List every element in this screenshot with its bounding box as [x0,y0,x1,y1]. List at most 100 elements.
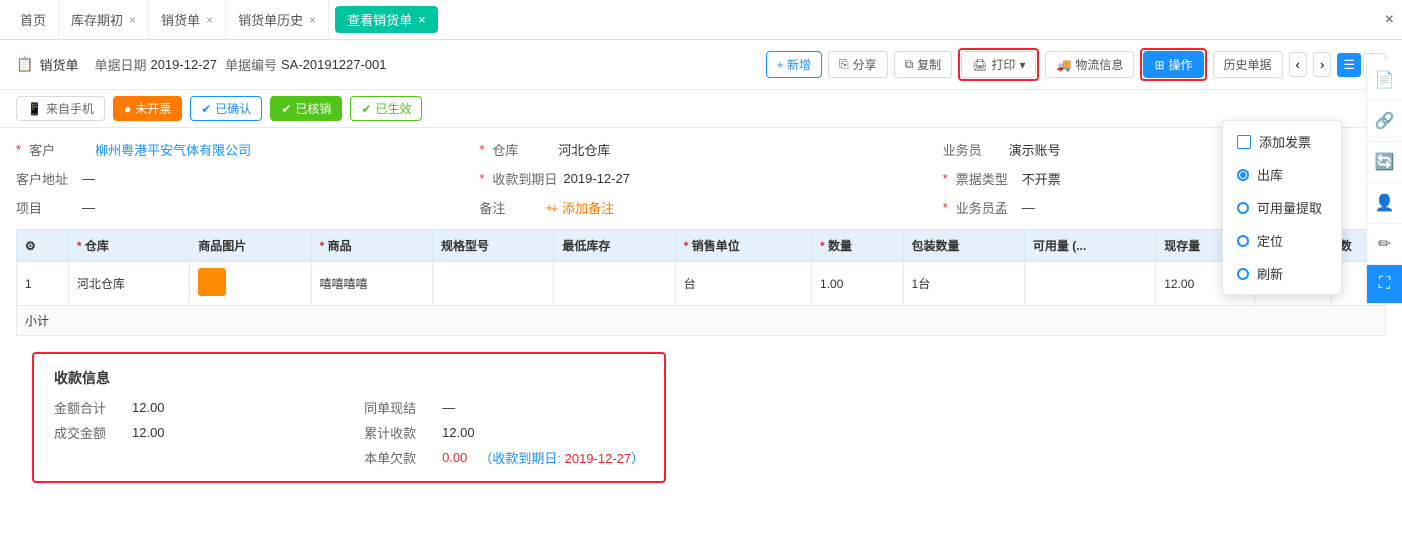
doc-number-label: 单据编号 [225,55,277,74]
address-field: 客户地址 — [16,169,459,188]
operations-button-wrapper: ⊞ 操作 [1140,48,1206,81]
warehouse-value: 河北仓库 [558,140,610,159]
list-view-icon[interactable]: ☰ [1337,53,1361,77]
status-effective-button[interactable]: ✔ 已生效 [350,96,422,121]
tab-view-sales[interactable]: 查看销货单 × [335,6,438,33]
ticket-value: 不开票 [1022,169,1061,188]
row-num: 1 [17,262,69,306]
amount-total-value: 12.00 [132,400,165,415]
doc-date-label: 单据日期 [94,55,146,74]
tab-inventory[interactable]: 库存期初 × [59,0,149,40]
operations-dropdown: 添加发票 出库 可用量提取 定位 刷新 [1222,120,1342,295]
add-remark-button[interactable]: + + 添加备注 [545,198,614,217]
staff-value: 演示账号 [1009,140,1061,159]
salesperson-label: 业务员孟 [956,198,1016,217]
doc-title: 📋 销货单 [16,55,78,74]
close-tab-inventory[interactable]: × [129,13,136,27]
locate-icon [1237,235,1249,247]
customer-required-star: * [16,142,21,157]
doc-date-item: 单据日期 2019-12-27 [94,55,217,74]
row-unit: 台 [675,262,811,306]
close-tab-sales-history[interactable]: × [309,13,316,27]
warehouse-label: 仓库 [492,140,552,159]
outbound-icon [1237,169,1249,181]
customer-field: * 客户 柳州粤港平安气体有限公司 [16,140,459,159]
share-button[interactable]: ⎘ 分享 [828,51,888,78]
footer-area: 收款信息 金额合计 12.00 同单现结 — 成交金额 12.00 累计收款 1… [0,336,1402,507]
prev-button[interactable]: ‹ [1289,52,1307,77]
tab-home[interactable]: 首页 [8,0,59,40]
col-image: 商品图片 [190,230,311,262]
remark-field: 备注 + + 添加备注 [479,198,922,217]
status-writeoff-button[interactable]: ✔ 已核销 [270,96,342,121]
cumulative-receipt-label: 累计收款 [364,423,434,442]
main-content: 📋 销货单 单据日期 2019-12-27 单据编号 SA-20191227-0… [0,40,1402,533]
col-warehouse: * 仓库 [68,230,189,262]
col-min-stock: 最低库存 [554,230,675,262]
col-settings[interactable]: ⚙ [17,230,69,262]
operations-button[interactable]: ⊞ 操作 [1143,51,1203,78]
doc-type-icon: 📋 [16,56,33,73]
copy-button[interactable]: ⧉ 复制 [894,51,953,78]
right-sidebar: 📄 🔗 🔄 👤 ✏ ⛶ [1366,60,1402,304]
cumulative-receipt-value: 12.00 [442,425,475,440]
subtotal-label: 小计 [17,306,1386,336]
sidebar-edit-icon[interactable]: ✏ [1367,224,1402,265]
col-unit: * 销售单位 [675,230,811,262]
transaction-amount-value: 12.00 [132,425,165,440]
product-table-container: ⚙ * 仓库 商品图片 * 商品 规格型号 最低库存 * 销售单位 * 数量 包… [0,229,1402,336]
status-ticket-button[interactable]: ● 未开票 [113,96,182,121]
close-tab-sales[interactable]: × [206,13,213,27]
transaction-amount-row: 成交金额 12.00 [54,423,334,442]
print-button[interactable]: 🖨 打印 ▾ [961,51,1036,78]
tab-sales[interactable]: 销货单 × [149,0,226,40]
salesperson-value: — [1022,200,1035,215]
global-close-button[interactable]: × [1385,11,1394,29]
dropdown-locate[interactable]: 定位 [1223,224,1341,257]
ticket-dot-icon: ● [124,102,131,116]
amount-total-row: 金额合计 12.00 [54,398,334,417]
sidebar-expand-icon[interactable]: ⛶ [1367,265,1402,304]
due-note: （收款到期日: 2019-12-27） [479,448,644,467]
doc-date-value: 2019-12-27 [150,57,217,72]
this-order-due-label: 本单欠款 [364,448,434,467]
warehouse-field: * 仓库 河北仓库 [479,140,922,159]
product-table: ⚙ * 仓库 商品图片 * 商品 规格型号 最低库存 * 销售单位 * 数量 包… [16,229,1386,336]
logistics-button[interactable]: 🚚 物流信息 [1045,51,1134,78]
sidebar-link-icon[interactable]: 🔗 [1367,101,1402,142]
tab-sales-history[interactable]: 销货单历史 × [226,0,329,40]
status-confirmed-button[interactable]: ✔ 已确认 [190,96,262,121]
document-header: 📋 销货单 单据日期 2019-12-27 单据编号 SA-20191227-0… [0,40,1402,90]
due-date-label: 收款到期日 [492,169,557,188]
sidebar-user-icon[interactable]: 👤 [1367,183,1402,224]
print-button-wrapper: 🖨 打印 ▾ [958,48,1039,81]
summary-title: 收款信息 [54,368,644,388]
dropdown-avail-extract[interactable]: 可用量提取 [1223,191,1341,224]
sidebar-doc-icon[interactable]: 📄 [1367,60,1402,101]
row-avail-qty [1024,262,1155,306]
add-button[interactable]: + 新增 [766,51,822,78]
dropdown-add-invoice[interactable]: 添加发票 [1223,125,1341,158]
logistics-icon: 🚚 [1056,58,1071,72]
next-button[interactable]: › [1313,52,1331,77]
dropdown-outbound[interactable]: 出库 [1223,158,1341,191]
same-order-settle-row: 同单现结 — [364,398,644,417]
history-button[interactable]: 历史单据 [1213,51,1283,78]
customer-value[interactable]: 柳州粤港平安气体有限公司 [95,140,251,159]
sidebar-sync-icon[interactable]: 🔄 [1367,142,1402,183]
same-order-settle-label: 同单现结 [364,398,434,417]
payment-summary: 收款信息 金额合计 12.00 同单现结 — 成交金额 12.00 累计收款 1… [32,352,666,483]
due-date-field: * 收款到期日 2019-12-27 [479,169,922,188]
form-section: * 客户 柳州粤港平安气体有限公司 * 仓库 河北仓库 业务员 演示账号 客户地… [0,128,1402,229]
summary-grid: 金额合计 12.00 同单现结 — 成交金额 12.00 累计收款 12.00 [54,398,644,467]
address-value: — [82,171,95,186]
customer-label: 客户 [29,140,89,159]
add-invoice-icon [1237,135,1251,149]
project-value: — [82,200,95,215]
dropdown-refresh[interactable]: 刷新 [1223,257,1341,290]
close-tab-view-sales[interactable]: × [418,12,426,27]
phone-icon: 📱 [27,102,42,116]
status-phone-button[interactable]: 📱 来自手机 [16,96,105,121]
col-product: * 商品 [311,230,432,262]
warehouse-required-star: * [479,142,484,157]
